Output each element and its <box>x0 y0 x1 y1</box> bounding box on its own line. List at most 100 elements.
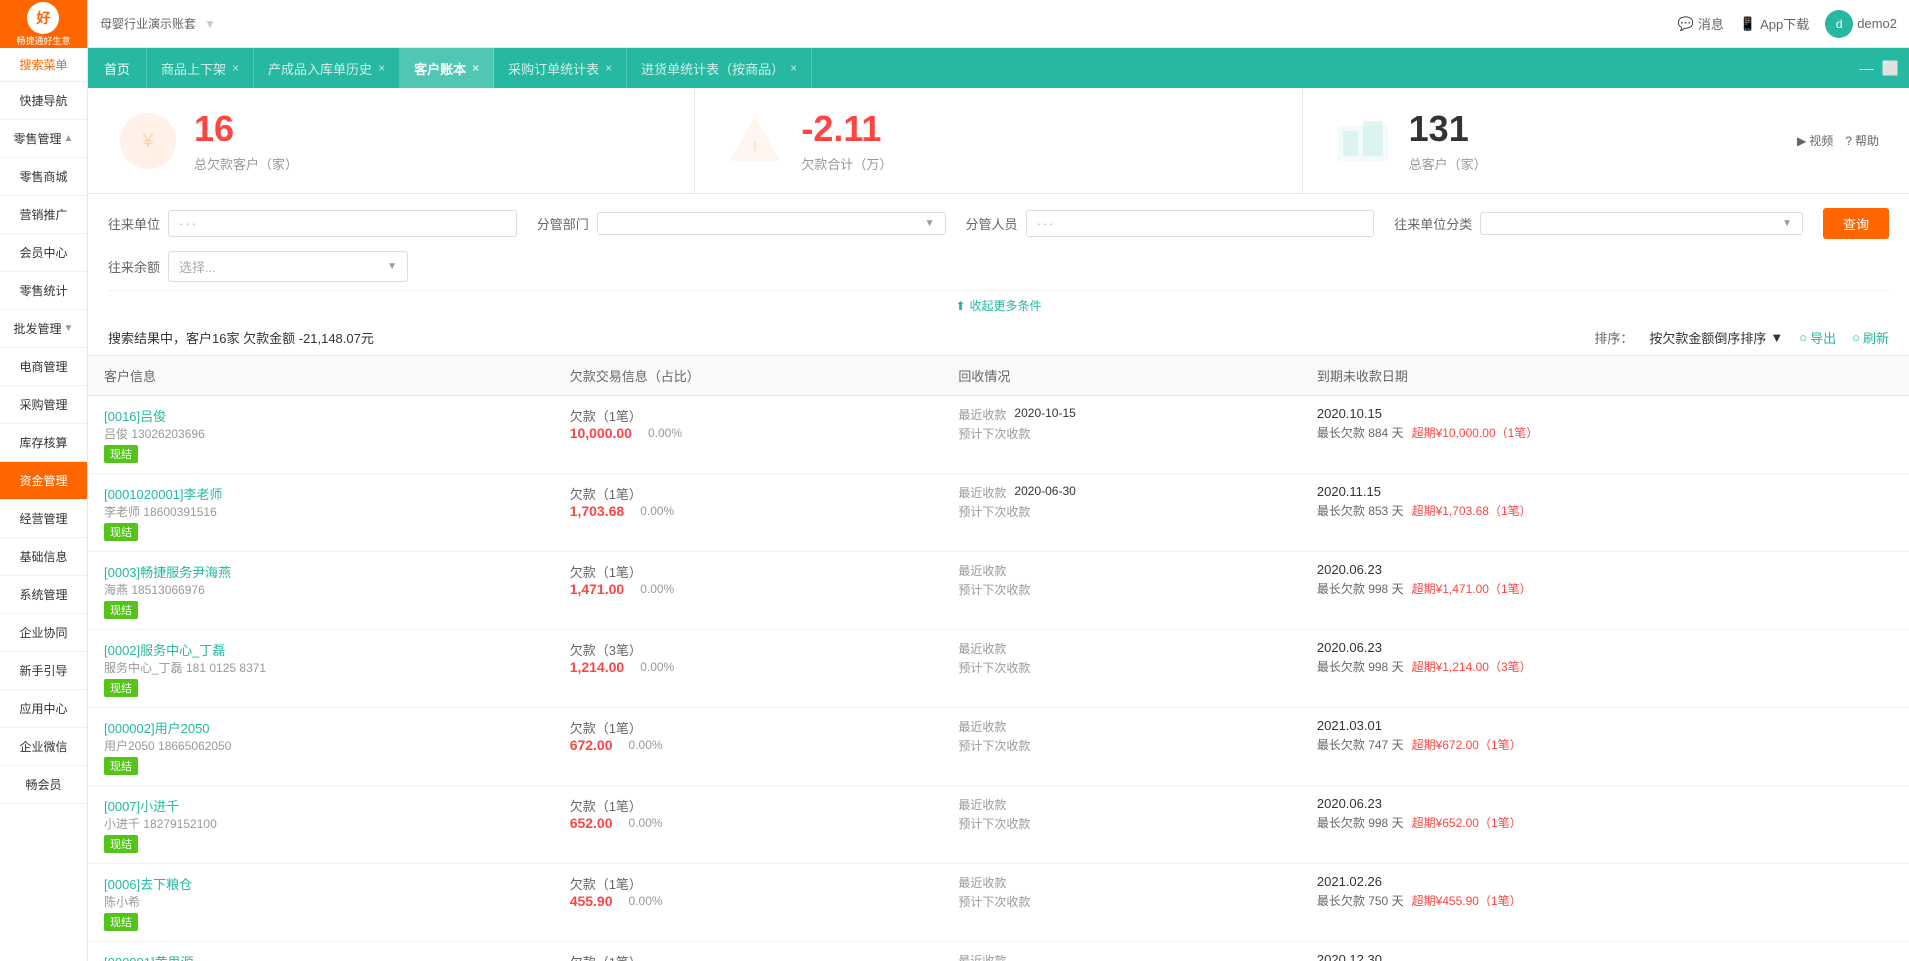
sidebar-item-stock[interactable]: 库存核算 <box>0 424 87 462</box>
debt-amount[interactable]: 672.00 <box>570 737 613 753</box>
collection-info-cell: 最近收款 2020-06-30 预计下次收款 <box>942 474 1300 552</box>
overdue-amount[interactable]: 超期¥1,214.00（3笔） <box>1412 658 1532 675</box>
tab-customer-account[interactable]: 客户账本 × <box>400 48 494 88</box>
sidebar-item-system[interactable]: 系统管理 <box>0 576 87 614</box>
tab-close-0[interactable]: × <box>232 61 239 75</box>
overdue-amount[interactable]: 超期¥672.00（1笔） <box>1412 736 1522 753</box>
debt-count: 欠款（1笔） <box>570 484 927 503</box>
tabs-maximize-icon[interactable]: ⬜ <box>1882 60 1899 77</box>
debt-amount[interactable]: 652.00 <box>570 815 613 831</box>
filter-select-dept[interactable]: ▼ <box>597 212 946 235</box>
sidebar-item-wholesale[interactable]: 批发管理 ▼ <box>0 310 87 348</box>
customer-name-link[interactable]: [000002]用户2050 <box>104 721 210 736</box>
overdue-amount[interactable]: 超期¥10,000.00（1笔） <box>1412 424 1539 441</box>
tabs-minimize-icon[interactable]: — <box>1860 60 1874 76</box>
debt-amount[interactable]: 1,214.00 <box>570 659 625 675</box>
customer-info-cell: [0002]服务中心_丁磊 服务中心_丁磊 181 0125 8371 现结 <box>88 630 554 708</box>
filter-input-person[interactable]: ··· <box>1026 210 1375 237</box>
col-header-collection: 回收情况 <box>942 356 1300 396</box>
sidebar-item-business[interactable]: 经营管理 <box>0 500 87 538</box>
filter-group-person: 分管人员 ··· <box>966 210 1375 237</box>
sort-select[interactable]: 按欠款金额倒序排序 ▼ <box>1649 328 1783 347</box>
tab-close-4[interactable]: × <box>790 61 797 75</box>
message-btn[interactable]: 💬 消息 <box>1678 14 1724 33</box>
overdue-days: 最长欠款 884 天 <box>1317 424 1404 441</box>
export-btn[interactable]: ○ 导出 <box>1799 328 1836 347</box>
user-menu[interactable]: d demo2 <box>1825 10 1897 38</box>
tab-production-history[interactable]: 产成品入库单历史 × <box>254 48 400 88</box>
sidebar-item-retail-stats[interactable]: 零售统计 <box>0 272 87 310</box>
help-btn[interactable]: ? 帮助 <box>1845 132 1879 149</box>
customer-name-link[interactable]: [0003]畅捷服务尹海燕 <box>104 565 231 580</box>
sidebar-item-finance[interactable]: 资金管理 <box>0 462 87 500</box>
debt-amount[interactable]: 1,703.68 <box>570 503 625 519</box>
topbar-right: 💬 消息 📱 App下载 d demo2 <box>1678 10 1897 38</box>
debt-amount[interactable]: 1,471.00 <box>570 581 625 597</box>
debt-amount[interactable]: 10,000.00 <box>570 425 632 441</box>
customer-name-link[interactable]: [0001020001]李老师 <box>104 487 223 502</box>
video-btn[interactable]: ▶ 视频 <box>1797 132 1833 149</box>
debt-customer-count: 16 <box>194 108 298 150</box>
tab-home[interactable]: 首页 <box>88 48 147 88</box>
collapse-bar[interactable]: ⬆ 收起更多条件 <box>108 290 1889 320</box>
customer-name-link[interactable]: [0007]小进千 <box>104 799 179 814</box>
customer-phone: 吕俊 13026203696 <box>104 425 538 442</box>
export-icon: ○ <box>1799 330 1807 345</box>
overdue-amount[interactable]: 超期¥1,471.00（1笔） <box>1412 580 1532 597</box>
stat-icon-1: ¥ <box>118 111 178 171</box>
tab-close-3[interactable]: × <box>605 61 612 75</box>
sidebar-item-search[interactable]: 搜索菜单 <box>0 48 87 82</box>
tab-purchase-order-stats[interactable]: 采购订单统计表 × <box>494 48 627 88</box>
filter-group-dept: 分管部门 ▼ <box>537 212 946 235</box>
refresh-btn[interactable]: ○ 刷新 <box>1852 328 1889 347</box>
collection-info-cell: 最近收款 预计下次收款 <box>942 786 1300 864</box>
app-download-btn[interactable]: 📱 App下载 <box>1740 14 1809 33</box>
collection-info-cell: 最近收款 预计下次收款 <box>942 708 1300 786</box>
sidebar-item-retail-mall[interactable]: 零售商城 <box>0 158 87 196</box>
next-collection: 预计下次收款 <box>958 737 1284 754</box>
tab-product-listing[interactable]: 商品上下架 × <box>147 48 254 88</box>
sidebar-item-enterprise-wechat[interactable]: 企业微信 <box>0 728 87 766</box>
collection-info-cell: 最近收款 预计下次收款 <box>942 630 1300 708</box>
due-date-cell: 2021.03.01 最长欠款 747 天 超期¥672.00（1笔） <box>1301 708 1909 786</box>
result-actions: 排序： 按欠款金额倒序排序 ▼ ○ 导出 ○ 刷新 <box>1594 328 1889 347</box>
sidebar-item-guide[interactable]: 新手引导 <box>0 652 87 690</box>
recent-collection: 最近收款 <box>958 874 1284 891</box>
sidebar-item-marketing[interactable]: 营销推广 <box>0 196 87 234</box>
search-button[interactable]: 查询 <box>1823 208 1889 239</box>
overdue-amount[interactable]: 超期¥455.90（1笔） <box>1412 892 1522 909</box>
total-customers-count: 131 <box>1409 108 1487 150</box>
overdue-days: 最长欠款 750 天 <box>1317 892 1404 909</box>
overdue-amount[interactable]: 超期¥652.00（1笔） <box>1412 814 1522 831</box>
sidebar-item-member[interactable]: 会员中心 <box>0 234 87 272</box>
customer-tag: 现结 <box>104 445 138 463</box>
sidebar-item-apps[interactable]: 应用中心 <box>0 690 87 728</box>
due-date-cell: 2020.06.23 最长欠款 998 天 超期¥1,471.00（1笔） <box>1301 552 1909 630</box>
stat-icon-3 <box>1333 111 1393 171</box>
avatar: d <box>1825 10 1853 38</box>
debt-customer-label: 总欠款客户（家） <box>194 154 298 173</box>
filter-select-unit-type[interactable]: ▼ <box>1480 212 1803 235</box>
debt-amount[interactable]: 455.90 <box>570 893 613 909</box>
sidebar-item-retail-mgmt[interactable]: 零售管理 ▲ <box>0 120 87 158</box>
sidebar-item-collab[interactable]: 企业协同 <box>0 614 87 652</box>
sidebar-item-vip[interactable]: 畅会员 <box>0 766 87 804</box>
tab-close-1[interactable]: × <box>378 61 385 75</box>
customer-name-link[interactable]: [0006]去下粮仓 <box>104 877 192 892</box>
customer-name-link[interactable]: [000001]黄思源 <box>104 955 194 961</box>
debt-total-label: 欠款合计（万） <box>801 154 892 173</box>
customer-name-link[interactable]: [0016]吕俊 <box>104 409 166 424</box>
due-date: 2020.10.15 <box>1317 406 1893 421</box>
sort-label: 排序： <box>1594 328 1633 347</box>
filter-select-balance[interactable]: 选择... ▼ <box>168 251 408 282</box>
sidebar-item-quick-nav[interactable]: 快捷导航 <box>0 82 87 120</box>
customer-name-link[interactable]: [0002]服务中心_丁磊 <box>104 643 225 658</box>
due-date: 2021.02.26 <box>1317 874 1893 889</box>
tab-close-2[interactable]: × <box>472 61 479 75</box>
sidebar-item-purchase[interactable]: 采购管理 <box>0 386 87 424</box>
filter-input-unit[interactable]: ··· <box>168 210 517 237</box>
sidebar-item-ecom[interactable]: 电商管理 <box>0 348 87 386</box>
overdue-amount[interactable]: 超期¥1,703.68（1笔） <box>1412 502 1532 519</box>
tab-purchase-stats-by-product[interactable]: 进货单统计表（按商品） × <box>627 48 812 88</box>
sidebar-item-base-info[interactable]: 基础信息 <box>0 538 87 576</box>
